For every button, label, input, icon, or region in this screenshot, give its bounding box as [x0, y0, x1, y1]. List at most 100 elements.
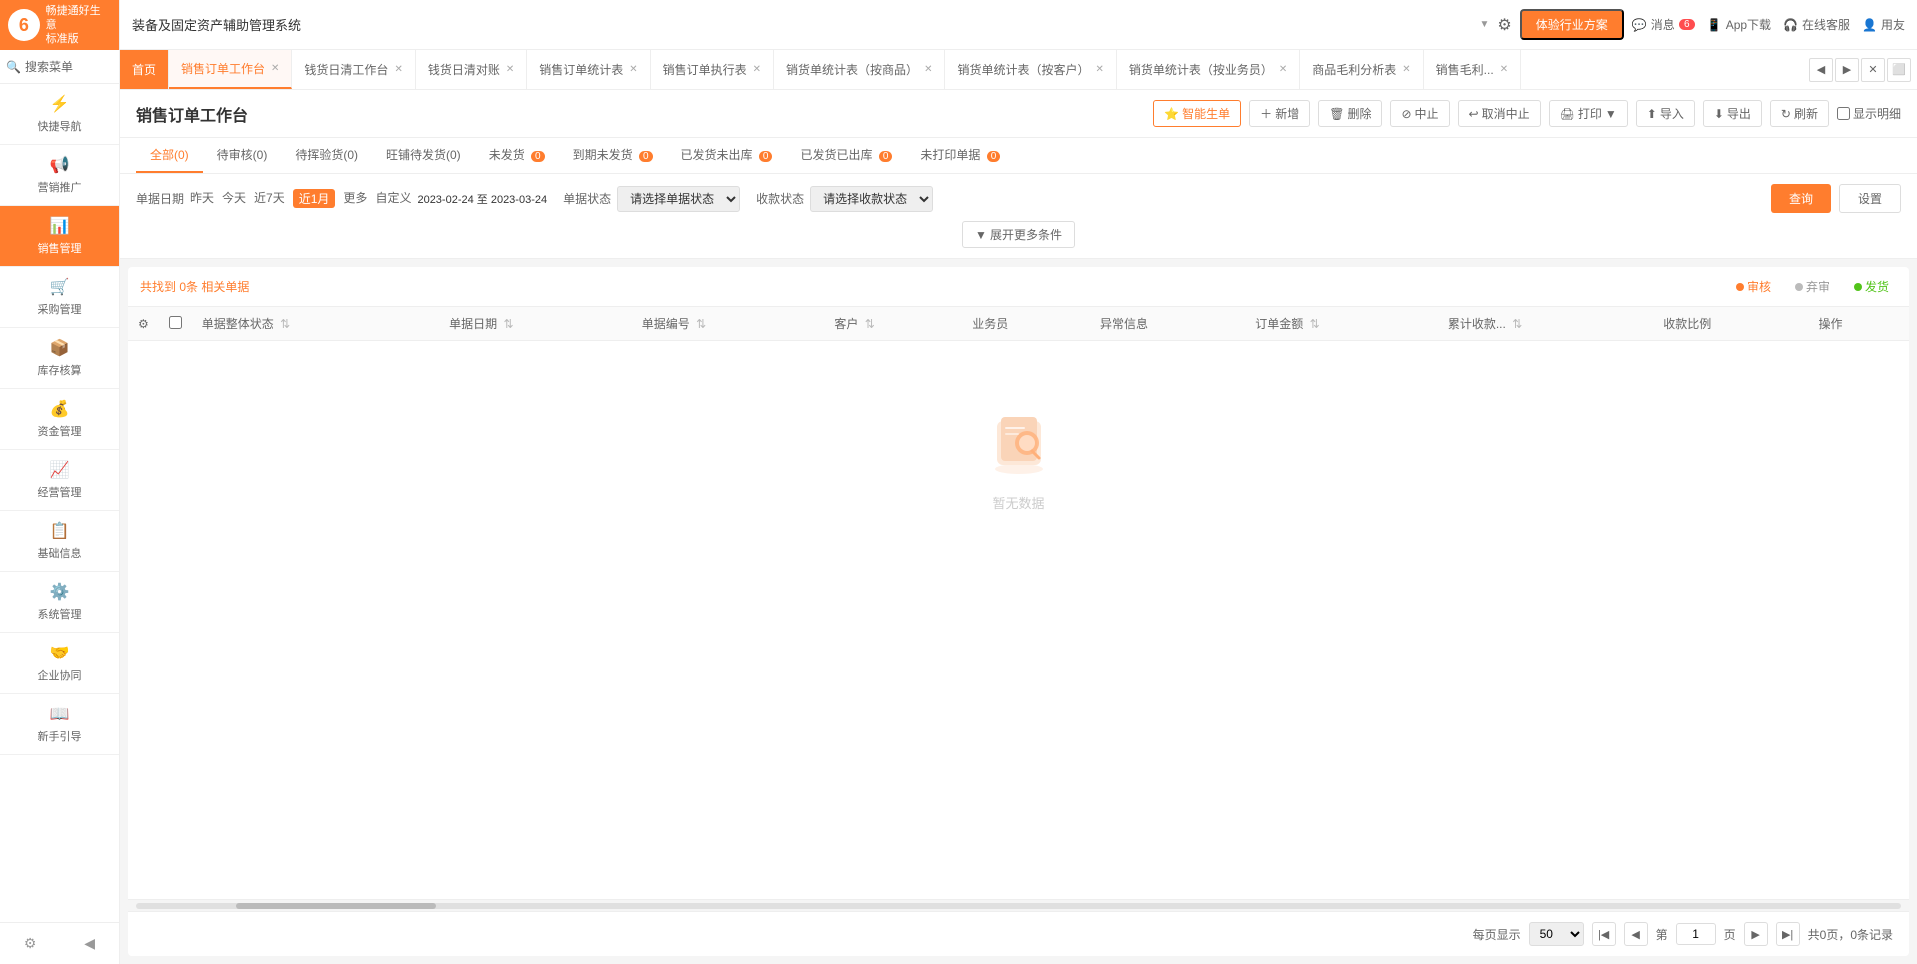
- tab-order-stats[interactable]: 销售订单统计表 ✕: [527, 50, 650, 89]
- tab-home[interactable]: 首页: [120, 50, 169, 89]
- tab-daily-clear[interactable]: 钱货日清工作台 ✕: [292, 50, 415, 89]
- export-button[interactable]: ⬇ 导出: [1703, 100, 1762, 127]
- tab-close-goods-stats-salesman[interactable]: ✕: [1279, 64, 1287, 75]
- cancel-audit-button[interactable]: 弃审: [1787, 275, 1838, 298]
- sidebar-item-basic-info[interactable]: 📋 基础信息: [0, 511, 119, 572]
- collapse-icon[interactable]: ◀: [80, 931, 99, 956]
- import-button[interactable]: ⬆ 导入: [1636, 100, 1695, 127]
- sidebar-search[interactable]: 🔍 搜索菜单: [0, 50, 119, 84]
- sort-icon-doc-status[interactable]: ⇅: [280, 317, 290, 331]
- top-header: 装备及固定资产辅助管理系统 ▼ ⚙ 体验行业方案 💬 消息 6 📱 App下载 …: [120, 0, 1917, 50]
- sub-tab-shipped-not-out[interactable]: 已发货未出库 0: [667, 138, 787, 173]
- sort-icon-amount[interactable]: ⇅: [1310, 317, 1320, 331]
- industry-button[interactable]: 体验行业方案: [1520, 9, 1624, 40]
- sub-tab-overdue-unshipped[interactable]: 到期未发货 0: [559, 138, 667, 173]
- cancel-suspend-button[interactable]: ↩ 取消中止: [1458, 100, 1541, 127]
- online-service-button[interactable]: 🎧 在线客服: [1783, 16, 1850, 33]
- sub-tab-unshipped[interactable]: 未发货 0: [475, 138, 559, 173]
- show-detail-checkbox[interactable]: 显示明细: [1837, 105, 1901, 122]
- sub-tab-all[interactable]: 全部(0): [136, 138, 203, 173]
- date-more[interactable]: 更多: [343, 189, 367, 208]
- sidebar-item-enterprise[interactable]: 🤝 企业协同: [0, 633, 119, 694]
- tab-close-sales-order[interactable]: ✕: [271, 63, 279, 74]
- date-yesterday[interactable]: 昨天: [190, 189, 214, 208]
- date-7days[interactable]: 近7天: [254, 189, 285, 208]
- table-scroll[interactable]: ⚙ 单据整体状态 ⇅ 单据日期 ⇅: [128, 307, 1909, 899]
- tab-goods-stats-product[interactable]: 销货单统计表（按商品） ✕: [774, 50, 945, 89]
- settings-bottom-icon[interactable]: ⚙: [20, 931, 41, 956]
- tab-sales-margin[interactable]: 销售毛利... ✕: [1424, 50, 1521, 89]
- sort-icon-date[interactable]: ⇅: [503, 317, 513, 331]
- horizontal-scrollbar[interactable]: [128, 899, 1909, 911]
- tab-reconcile[interactable]: 钱货日清对账 ✕: [416, 50, 527, 89]
- tab-close-margin-analysis[interactable]: ✕: [1402, 64, 1410, 75]
- show-detail-check[interactable]: [1837, 107, 1850, 120]
- sidebar-item-sales[interactable]: 📊 销售管理: [0, 206, 119, 267]
- tab-close-goods-stats-product[interactable]: ✕: [924, 64, 932, 75]
- suspend-button[interactable]: ⊘ 中止: [1390, 100, 1449, 127]
- first-page-button[interactable]: |◀: [1592, 922, 1616, 946]
- status-select[interactable]: 请选择单据状态: [617, 186, 740, 212]
- user-button[interactable]: 👤 用友: [1862, 16, 1905, 33]
- sub-tab-pending-audit[interactable]: 待审核(0): [203, 138, 282, 173]
- sidebar-item-operations[interactable]: 📈 经营管理: [0, 450, 119, 511]
- title-dropdown-icon[interactable]: ▼: [1480, 19, 1490, 30]
- query-button[interactable]: 查询: [1771, 184, 1831, 213]
- tab-close-all-button[interactable]: ✕: [1861, 58, 1885, 82]
- sub-tab-wangpu-ship[interactable]: 旺铺待发货(0): [372, 138, 475, 173]
- tab-goods-stats-salesman[interactable]: 销货单统计表（按业务员） ✕: [1117, 50, 1300, 89]
- sidebar-item-quick-nav[interactable]: ⚡ 快捷导航: [0, 84, 119, 145]
- tab-close-daily-clear[interactable]: ✕: [394, 64, 402, 75]
- col-accumulated-payment: 累计收款... ⇅: [1438, 307, 1653, 341]
- delete-button[interactable]: 🗑 删除: [1318, 100, 1382, 127]
- tab-order-exec[interactable]: 销售订单执行表 ✕: [651, 50, 774, 89]
- sort-icon-customer[interactable]: ⇅: [865, 317, 875, 331]
- sidebar-item-guide[interactable]: 📖 新手引导: [0, 694, 119, 755]
- date-custom[interactable]: 自定义: [375, 189, 411, 208]
- app-download-button[interactable]: 📱 App下载: [1707, 16, 1771, 33]
- date-1month[interactable]: 近1月: [293, 189, 336, 208]
- sidebar-item-inventory[interactable]: 📦 库存核算: [0, 328, 119, 389]
- next-page-button[interactable]: ▶: [1744, 922, 1768, 946]
- tab-next-button[interactable]: ▶: [1835, 58, 1859, 82]
- last-page-button[interactable]: ▶|: [1776, 922, 1800, 946]
- sub-tab-pending-inspect[interactable]: 待挥验货(0): [281, 138, 372, 173]
- column-settings-icon[interactable]: ⚙: [138, 317, 149, 331]
- sidebar-item-marketing[interactable]: 📢 营销推广: [0, 145, 119, 206]
- tab-close-order-exec[interactable]: ✕: [753, 64, 761, 75]
- audit-button[interactable]: 审核: [1728, 275, 1779, 298]
- tab-prev-button[interactable]: ◀: [1809, 58, 1833, 82]
- sort-icon-number[interactable]: ⇅: [696, 317, 706, 331]
- message-button[interactable]: 💬 消息 6: [1632, 16, 1695, 33]
- date-today[interactable]: 今天: [222, 189, 246, 208]
- scrollbar-thumb[interactable]: [236, 903, 436, 909]
- select-all-checkbox[interactable]: [169, 316, 182, 329]
- sidebar-item-system[interactable]: ⚙️ 系统管理: [0, 572, 119, 633]
- header-settings-icon[interactable]: ⚙: [1497, 15, 1511, 35]
- sub-tab-unprinted[interactable]: 未打印单据 0: [906, 138, 1014, 173]
- send-goods-button[interactable]: 发货: [1846, 275, 1897, 298]
- sort-icon-payment[interactable]: ⇅: [1512, 317, 1522, 331]
- tab-goods-stats-customer[interactable]: 销货单统计表（按客户） ✕: [945, 50, 1116, 89]
- tab-sales-order[interactable]: 销售订单工作台 ✕: [169, 50, 292, 89]
- tab-close-sales-margin[interactable]: ✕: [1500, 64, 1508, 75]
- smart-create-button[interactable]: ⭐ 智能生单: [1153, 100, 1241, 127]
- tab-margin-analysis[interactable]: 商品毛利分析表 ✕: [1300, 50, 1423, 89]
- sidebar-item-purchase[interactable]: 🛒 采购管理: [0, 267, 119, 328]
- per-page-select[interactable]: 50 10 20 100: [1529, 922, 1584, 946]
- refresh-button[interactable]: ↻ 刷新: [1770, 100, 1829, 127]
- payment-select[interactable]: 请选择收款状态: [810, 186, 933, 212]
- tab-maximize-button[interactable]: ⬜: [1887, 58, 1911, 82]
- tab-close-goods-stats-customer[interactable]: ✕: [1095, 64, 1103, 75]
- add-button[interactable]: ＋ 新增: [1249, 100, 1310, 127]
- tab-close-reconcile[interactable]: ✕: [506, 64, 514, 75]
- page-input[interactable]: [1676, 923, 1716, 945]
- tab-close-order-stats[interactable]: ✕: [629, 64, 637, 75]
- sub-tab-shipped-out[interactable]: 已发货已出库 0: [786, 138, 906, 173]
- expand-filter-button[interactable]: ▼ 展开更多条件: [962, 221, 1075, 248]
- prev-page-button[interactable]: ◀: [1624, 922, 1648, 946]
- print-button[interactable]: 🖨 打印 ▼: [1549, 100, 1628, 127]
- set-button[interactable]: 设置: [1839, 184, 1901, 213]
- sidebar-item-finance[interactable]: 💰 资金管理: [0, 389, 119, 450]
- service-icon: 🎧: [1783, 18, 1798, 32]
